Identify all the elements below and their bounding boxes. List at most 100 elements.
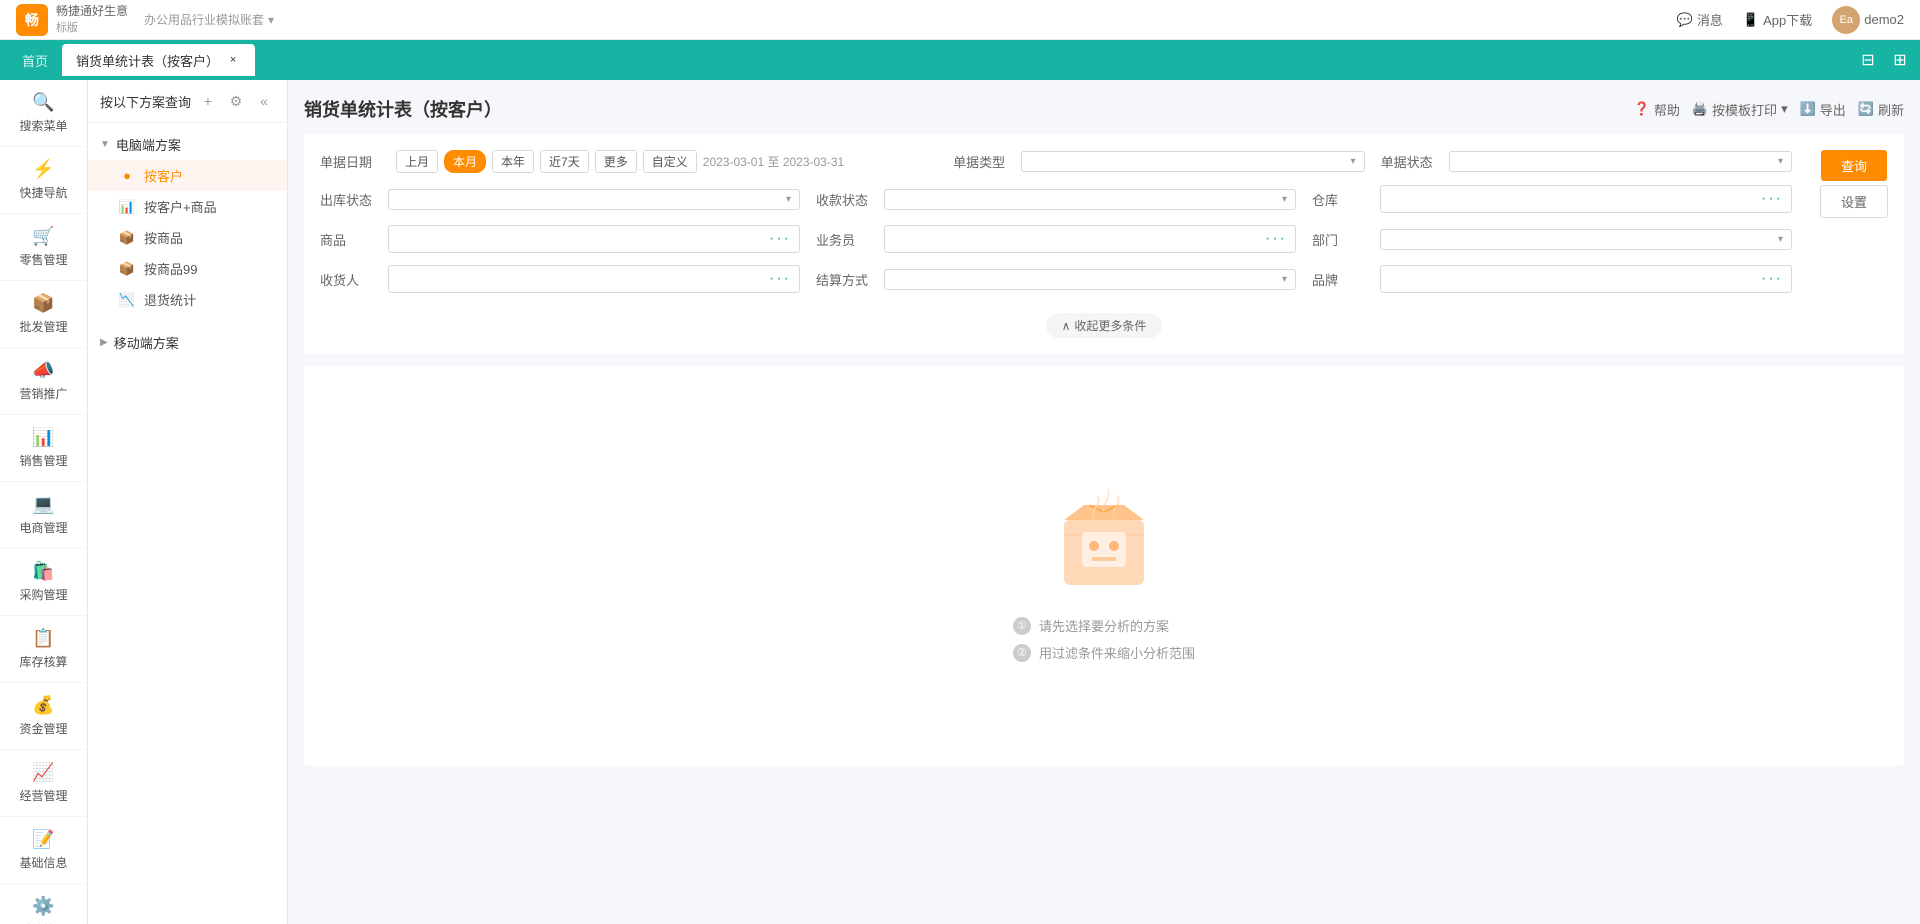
filter-salesperson: 业务员 ··· <box>816 225 1296 253</box>
help-button[interactable]: ❓ 帮助 <box>1634 100 1680 119</box>
query-button[interactable]: 查询 <box>1821 150 1887 181</box>
export-button[interactable]: ⬇️ 导出 <box>1800 100 1846 119</box>
date-btn-7days[interactable]: 近7天 <box>540 150 589 173</box>
doc-status-select[interactable]: ▾ <box>1449 151 1792 172</box>
date-label: 单据日期 <box>320 152 380 171</box>
ecom-icon: 💻 <box>32 494 54 515</box>
scheme-item-return-stat[interactable]: 📉 退货统计 <box>88 284 287 315</box>
logo-area: 畅 畅捷通好生意 标版 办公用品行业模拟账套 ▾ <box>16 4 274 36</box>
scheme-item-by-goods[interactable]: 📦 按商品 <box>88 222 287 253</box>
ops-icon: 📈 <box>32 762 54 783</box>
sidebar-item-ops-mgmt[interactable]: 📈 经营管理 <box>0 750 87 817</box>
consignee-input[interactable]: ··· <box>388 265 800 293</box>
page-actions: ❓ 帮助 🖨️ 按模板打印 ▾ ⬇️ 导出 🔄 刷新 <box>1634 100 1904 119</box>
dropdown-arrow-icon: ▾ <box>268 13 274 27</box>
message-button[interactable]: 💬 消息 <box>1677 10 1723 29</box>
sidebar-item-ecom-mgmt[interactable]: 💻 电商管理 <box>0 482 87 549</box>
tab-maximize-icon[interactable]: ⊞ <box>1888 48 1912 72</box>
tab-minimize-icon[interactable]: ⊟ <box>1856 48 1880 72</box>
salesperson-input[interactable]: ··· <box>884 225 1296 253</box>
out-status-arrow-icon: ▾ <box>786 194 791 205</box>
header-right: 💬 消息 📱 App下载 Ea demo2 <box>1677 6 1904 34</box>
sidebar-item-wholesale-mgmt[interactable]: 📦 批发管理 <box>0 281 87 348</box>
date-btn-more[interactable]: 更多 <box>595 150 637 173</box>
setting-button[interactable]: 设置 <box>1820 185 1888 218</box>
scheme-collapse-button[interactable]: « <box>253 90 275 112</box>
filter-date: 单据日期 上月 本月 本年 近7天 更多 自定义 2023-03-01 至 20… <box>320 150 937 173</box>
filter-settlement: 结算方式 ▾ <box>816 269 1296 290</box>
warehouse-input[interactable]: ··· <box>1380 185 1792 213</box>
app-download-button[interactable]: 📱 App下载 <box>1743 10 1812 29</box>
date-btn-custom[interactable]: 自定义 <box>643 150 697 173</box>
settlement-select[interactable]: ▾ <box>884 269 1296 290</box>
goods-99-icon: 📦 <box>118 260 136 278</box>
tab-home[interactable]: 首页 <box>8 44 62 76</box>
logo-text: 畅捷通好生意 <box>56 4 128 18</box>
filter-out-status: 出库状态 ▾ <box>320 189 800 210</box>
scheme-item-by-customer-goods[interactable]: 📊 按客户+商品 <box>88 191 287 222</box>
doc-status-arrow-icon: ▾ <box>1778 156 1783 167</box>
arrow-down-icon: ▼ <box>100 139 110 150</box>
filter-row-4: 收货人 ··· 结算方式 ▾ <box>320 265 1792 293</box>
print-button[interactable]: 🖨️ 按模板打印 ▾ <box>1692 100 1788 119</box>
empty-hints: ① 请先选择要分析的方案 ② 用过滤条件来缩小分析范围 <box>1013 616 1195 662</box>
scheme-item-by-goods-99[interactable]: 📦 按商品99 <box>88 253 287 284</box>
scheme-group-desktop-toggle[interactable]: ▼ 电脑端方案 <box>88 129 287 160</box>
sidebar-item-finance[interactable]: 💰 资金管理 <box>0 683 87 750</box>
wholesale-icon: 📦 <box>32 293 54 314</box>
doc-type-arrow-icon: ▾ <box>1351 156 1356 167</box>
scheme-settings-button[interactable]: ⚙ <box>225 90 247 112</box>
date-btn-this-month[interactable]: 本月 <box>444 150 486 173</box>
collapse-more-button[interactable]: ∧ 收起更多条件 <box>1046 313 1163 338</box>
goods-label: 商品 <box>320 230 380 249</box>
warehouse-label: 仓库 <box>1312 190 1372 209</box>
sidebar-item-basic-info[interactable]: 📝 基础信息 <box>0 817 87 884</box>
filter-brand: 品牌 ··· <box>1312 265 1792 293</box>
download-icon: 📱 <box>1743 12 1759 28</box>
sidebar-item-retail-mgmt[interactable]: 🛒 零售管理 <box>0 214 87 281</box>
sidebar-item-purchase-mgmt[interactable]: 🛍️ 采购管理 <box>0 549 87 616</box>
goods-dots-icon: ··· <box>769 230 791 248</box>
dept-select[interactable]: ▾ <box>1380 229 1792 250</box>
basic-info-icon: 📝 <box>32 829 54 850</box>
sidebar-item-search-menu[interactable]: 🔍 搜索菜单 <box>0 80 87 147</box>
scheme-group-mobile-toggle[interactable]: ▶ 移动端方案 <box>88 327 287 358</box>
empty-illustration <box>1034 470 1174 600</box>
filter-row-2: 出库状态 ▾ 收款状态 ▾ <box>320 185 1792 213</box>
industry-selector[interactable]: 办公用品行业模拟账套 ▾ <box>144 11 274 28</box>
date-btn-last-month[interactable]: 上月 <box>396 150 438 173</box>
customer-icon: ● <box>118 167 136 185</box>
out-status-select[interactable]: ▾ <box>388 189 800 210</box>
main-layout: 🔍 搜索菜单 ⚡ 快捷导航 🛒 零售管理 📦 批发管理 📣 营销推广 📊 销售管… <box>0 80 1920 924</box>
sidebar-item-sys-mgmt[interactable]: ⚙️ 系统管理 <box>0 884 87 924</box>
sidebar-item-inventory[interactable]: 📋 库存核算 <box>0 616 87 683</box>
page-header: 销货单统计表（按客户） ❓ 帮助 🖨️ 按模板打印 ▾ ⬇️ 导出 <box>304 96 1904 122</box>
arrow-right-icon: ▶ <box>100 337 108 348</box>
sys-icon: ⚙️ <box>32 896 54 917</box>
goods-input[interactable]: ··· <box>388 225 800 253</box>
empty-state-container: ① 请先选择要分析的方案 ② 用过滤条件来缩小分析范围 <box>304 366 1904 766</box>
brand-input[interactable]: ··· <box>1380 265 1792 293</box>
sidebar-item-quick-nav[interactable]: ⚡ 快捷导航 <box>0 147 87 214</box>
sidebar-item-sales-mgmt[interactable]: 📊 销售管理 <box>0 415 87 482</box>
date-filter-controls: 上月 本月 本年 近7天 更多 自定义 2023-03-01 至 2023-03… <box>396 150 844 173</box>
scheme-item-by-customer[interactable]: ● 按客户 <box>88 160 287 191</box>
sidebar-item-marketing[interactable]: 📣 营销推广 <box>0 348 87 415</box>
scheme-group-mobile: ▶ 移动端方案 <box>88 321 287 364</box>
date-btn-this-year[interactable]: 本年 <box>492 150 534 173</box>
customer-goods-icon: 📊 <box>118 198 136 216</box>
filter-section: 单据日期 上月 本月 本年 近7天 更多 自定义 2023-03-01 至 20… <box>304 134 1904 354</box>
quick-nav-icon: ⚡ <box>32 159 54 180</box>
doc-type-select[interactable]: ▾ <box>1021 151 1364 172</box>
out-status-label: 出库状态 <box>320 190 380 209</box>
purchase-icon: 🛍️ <box>32 561 54 582</box>
scheme-add-button[interactable]: + <box>197 90 219 112</box>
tab-close-icon[interactable]: × <box>225 52 241 68</box>
receipt-status-select[interactable]: ▾ <box>884 189 1296 210</box>
user-profile[interactable]: Ea demo2 <box>1832 6 1904 34</box>
top-header: 畅 畅捷通好生意 标版 办公用品行业模拟账套 ▾ 💬 消息 📱 App下载 Ea… <box>0 0 1920 40</box>
hint-2-num: ② <box>1013 644 1031 662</box>
salesperson-label: 业务员 <box>816 230 876 249</box>
tab-sales-stat[interactable]: 销货单统计表（按客户） × <box>62 44 255 76</box>
refresh-button[interactable]: 🔄 刷新 <box>1858 100 1904 119</box>
